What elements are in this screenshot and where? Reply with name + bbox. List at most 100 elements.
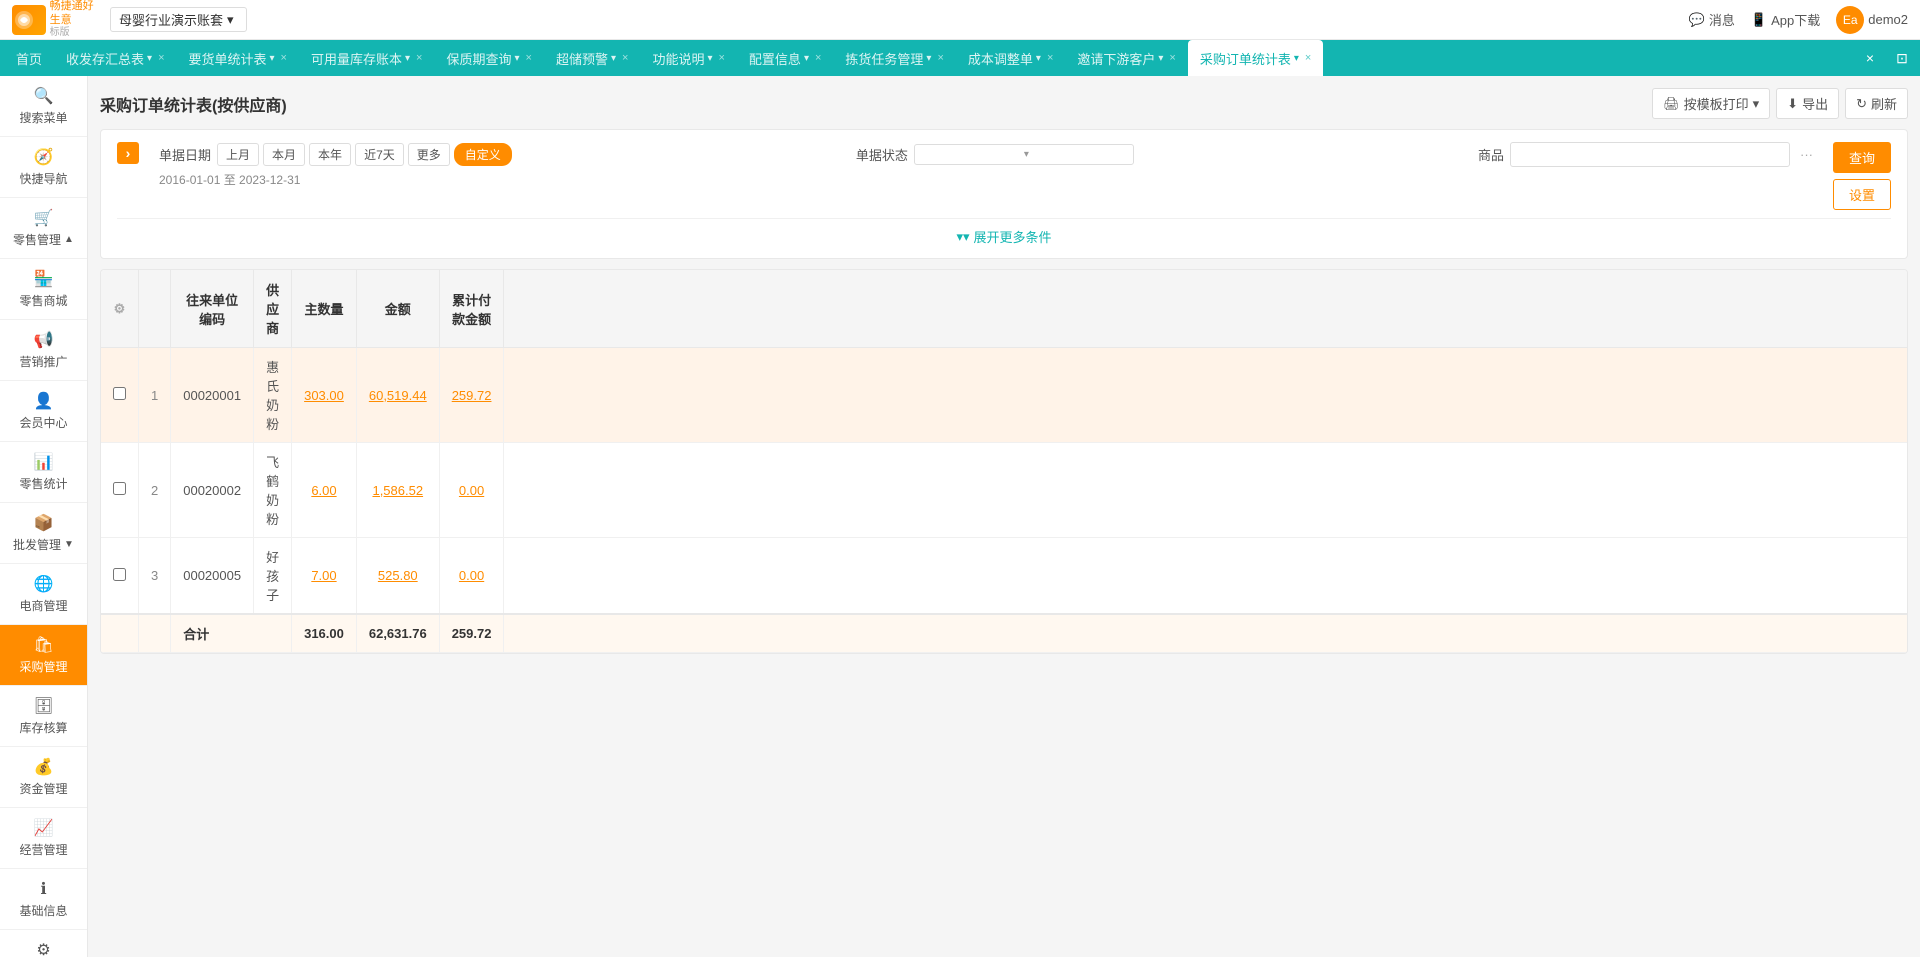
row-supplier-code[interactable]: 00020001: [171, 348, 254, 443]
status-filter: 单据状态 ▾: [856, 144, 1134, 165]
tab-close-icon[interactable]: ×: [1305, 52, 1311, 64]
tab-close-icon[interactable]: ×: [937, 52, 943, 64]
row-quantity[interactable]: 6.00: [292, 443, 357, 538]
more-options-icon[interactable]: ···: [1800, 147, 1813, 162]
table-row: 2 00020002 飞鹤奶粉 6.00 1,586.52 0.00: [101, 443, 1907, 538]
sidebar-item-retail-stat[interactable]: 📊 零售统计: [0, 442, 87, 503]
tab-warranty[interactable]: 保质期查询 ▾ ×: [434, 40, 543, 76]
sidebar-item-quick-nav[interactable]: 🧭 快捷导航: [0, 137, 87, 198]
retail-icon: 🛒: [4, 208, 83, 228]
tab-func-desc[interactable]: 功能说明 ▾ ×: [640, 40, 736, 76]
goods-input[interactable]: [1510, 142, 1790, 167]
date-btn-more[interactable]: 更多: [408, 143, 450, 166]
query-button[interactable]: 查询: [1833, 142, 1891, 173]
row-paid-amount[interactable]: 0.00: [439, 538, 504, 615]
export-button[interactable]: ⬇ 导出: [1776, 88, 1839, 119]
row-amount[interactable]: 60,519.44: [356, 348, 439, 443]
tab-close-icon[interactable]: ×: [1169, 52, 1175, 64]
row-quantity[interactable]: 303.00: [292, 348, 357, 443]
sidebar-item-basic-info[interactable]: ℹ 基础信息: [0, 869, 87, 930]
row-amount[interactable]: 525.80: [356, 538, 439, 615]
search-icon: 🔍: [4, 86, 83, 106]
settings-button[interactable]: 设置: [1833, 179, 1891, 210]
tab-dropdown-icon: ▾: [514, 53, 519, 64]
row-amount[interactable]: 1,586.52: [356, 443, 439, 538]
col-settings[interactable]: ⚙: [101, 270, 139, 348]
filter-expand-toggle[interactable]: ›: [117, 142, 139, 164]
nav-tabs: 首页 收发存汇总表 ▾ × 要货单统计表 ▾ × 可用量库存账本 ▾ × 保质期…: [0, 40, 1920, 76]
date-btn-this-year[interactable]: 本年: [309, 143, 351, 166]
workspace-selector[interactable]: 母婴行业演示账套 ▾: [110, 7, 247, 32]
tab-collect-pay[interactable]: 收发存汇总表 ▾ ×: [54, 40, 176, 76]
row-paid-amount[interactable]: 259.72: [439, 348, 504, 443]
sidebar-item-marketing[interactable]: 📢 营销推广: [0, 320, 87, 381]
sidebar-item-retail[interactable]: 🛒 零售管理 ▲: [0, 198, 87, 259]
info-icon: ℹ: [4, 879, 83, 899]
message-btn[interactable]: 💬 消息: [1689, 10, 1735, 29]
nav-close-btn[interactable]: ×: [1856, 44, 1884, 72]
row-extra: [504, 348, 1907, 443]
date-btn-last-month[interactable]: 上月: [217, 143, 259, 166]
tab-home[interactable]: 首页: [4, 40, 54, 76]
tab-close-icon[interactable]: ×: [718, 52, 724, 64]
footer-amount: 62,631.76: [356, 614, 439, 653]
filter-expand-row: ▾▾ 展开更多条件: [117, 218, 1891, 246]
footer-extra: [504, 614, 1907, 653]
tab-close-icon[interactable]: ×: [1047, 52, 1053, 64]
sidebar-item-ecommerce[interactable]: 🌐 电商管理: [0, 564, 87, 625]
sidebar-item-wholesale[interactable]: 📦 批发管理 ▼: [0, 503, 87, 564]
table-row: 3 00020005 好孩子 7.00 525.80 0.00: [101, 538, 1907, 615]
tab-close-icon[interactable]: ×: [622, 52, 628, 64]
tab-close-icon[interactable]: ×: [526, 52, 532, 64]
row-paid-amount[interactable]: 0.00: [439, 443, 504, 538]
main-content: 采购订单统计表(按供应商) 🖨 按模板打印 ▾ ⬇ 导出 ↻ 刷新: [88, 76, 1920, 957]
message-icon: 💬: [1689, 12, 1705, 28]
row-quantity[interactable]: 7.00: [292, 538, 357, 615]
expand-more-btn[interactable]: ▾▾ 展开更多条件: [956, 227, 1051, 246]
row-checkbox[interactable]: [101, 538, 139, 615]
finance-icon: 💰: [4, 757, 83, 777]
tab-purchase-summary[interactable]: 采购订单统计表 ▾ ×: [1188, 40, 1323, 76]
row-index: 3: [139, 538, 171, 615]
nav-fullscreen-btn[interactable]: ⊡: [1888, 44, 1916, 72]
date-btn-7days[interactable]: 近7天: [355, 143, 404, 166]
tab-close-icon[interactable]: ×: [158, 52, 164, 64]
status-select[interactable]: ▾: [914, 144, 1134, 165]
user-avatar-btn[interactable]: Ea demo2: [1836, 6, 1908, 34]
sidebar-item-finance[interactable]: 💰 资金管理: [0, 747, 87, 808]
row-checkbox[interactable]: [101, 443, 139, 538]
tab-pick-task[interactable]: 拣货任务管理 ▾ ×: [833, 40, 955, 76]
row-index: 1: [139, 348, 171, 443]
template-print-button[interactable]: 🖨 按模板打印 ▾: [1652, 88, 1770, 119]
tab-close-icon[interactable]: ×: [416, 52, 422, 64]
table-header-row: ⚙ 往来单位编码 供应商 主数量 金额 累计付款金额: [101, 270, 1907, 348]
app-download-btn[interactable]: 📱 App下载: [1751, 10, 1820, 29]
row-supplier-code[interactable]: 00020002: [171, 443, 254, 538]
table-row: 1 00020001 惠氏奶粉 303.00 60,519.44 259.72: [101, 348, 1907, 443]
tab-config-info[interactable]: 配置信息 ▾ ×: [737, 40, 833, 76]
tab-close-icon[interactable]: ×: [281, 52, 287, 64]
sidebar-item-operations[interactable]: 📈 经营管理: [0, 808, 87, 869]
tab-goods-summary[interactable]: 要货单统计表 ▾ ×: [177, 40, 299, 76]
sidebar-item-purchase[interactable]: 🛍 采购管理: [0, 625, 87, 686]
sidebar-item-search[interactable]: 🔍 搜索菜单: [0, 76, 87, 137]
row-checkbox[interactable]: [101, 348, 139, 443]
date-btn-this-month[interactable]: 本月: [263, 143, 305, 166]
top-bar: 畅捷通好生意 标版 母婴行业演示账套 ▾ 💬 消息 📱 App下载 Ea dem…: [0, 0, 1920, 40]
tab-invite-downstream[interactable]: 邀请下游客户 ▾ ×: [1065, 40, 1187, 76]
sidebar-item-inventory[interactable]: 🗄 库存核算: [0, 686, 87, 747]
sidebar-item-member[interactable]: 👤 会员中心: [0, 381, 87, 442]
date-btn-custom[interactable]: 自定义: [454, 143, 512, 166]
tab-close-icon[interactable]: ×: [815, 52, 821, 64]
col-amount: 金额: [356, 270, 439, 348]
row-supplier-code[interactable]: 00020005: [171, 538, 254, 615]
sidebar-item-system[interactable]: ⚙ 系统管理: [0, 930, 87, 957]
compass-icon: 🧭: [4, 147, 83, 167]
purchase-icon: 🛍: [4, 635, 83, 655]
member-icon: 👤: [4, 391, 83, 411]
tab-overstock[interactable]: 超储预警 ▾ ×: [544, 40, 640, 76]
refresh-button[interactable]: ↻ 刷新: [1845, 88, 1908, 119]
sidebar-item-retail-mall[interactable]: 🏪 零售商城: [0, 259, 87, 320]
tab-cost-adjust[interactable]: 成本调整单 ▾ ×: [956, 40, 1065, 76]
tab-stock-book[interactable]: 可用量库存账本 ▾ ×: [299, 40, 434, 76]
